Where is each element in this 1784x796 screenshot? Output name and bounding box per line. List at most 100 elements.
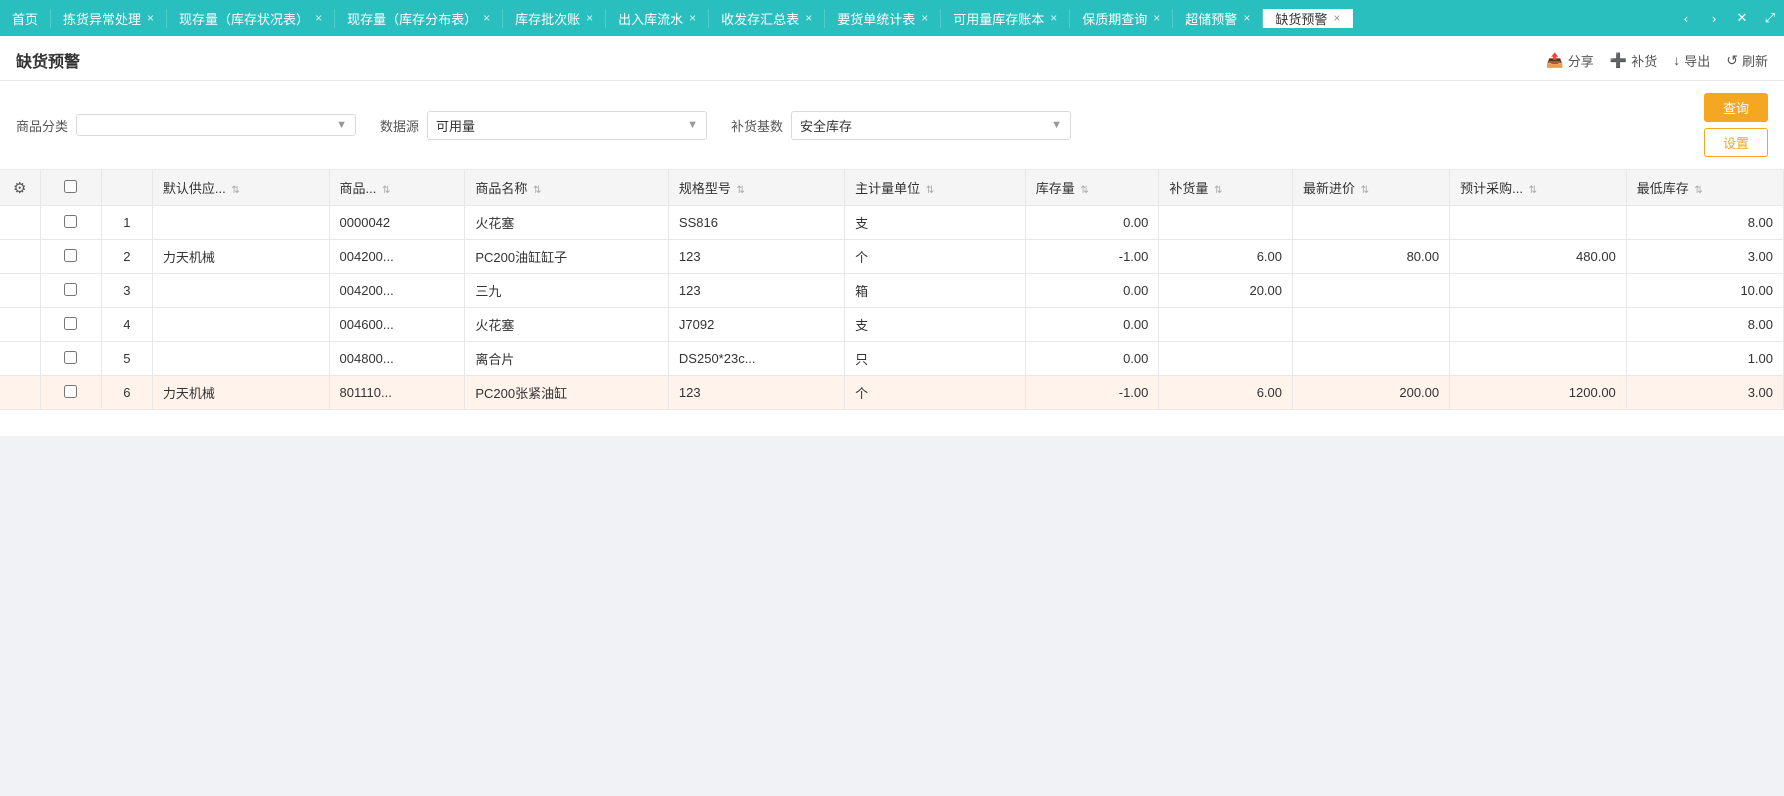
tab-close-shortage[interactable]: × xyxy=(1333,12,1340,24)
cell-spec: 123 xyxy=(668,274,844,308)
cell-checkbox[interactable] xyxy=(40,240,101,274)
export-button[interactable]: ↓ 导出 xyxy=(1673,51,1710,70)
col-latest-price[interactable]: 最新进价 ⇅ xyxy=(1293,170,1450,206)
cell-stock: 0.00 xyxy=(1025,308,1159,342)
tab-item-avail-ledger[interactable]: 可用量库存账本× xyxy=(941,9,1070,28)
datasource-select[interactable]: 可用量 ▼ xyxy=(427,111,707,140)
cell-unit: 支 xyxy=(845,206,1026,240)
tab-close-stock-dist[interactable]: × xyxy=(483,12,490,24)
gear-icon[interactable]: ⚙ xyxy=(13,180,26,197)
table-header-row: ⚙ 默认供应... ⇅ 商品... ⇅ 商品名称 ⇅ 规格型号 ⇅ 主计量单位 … xyxy=(0,170,1784,206)
tab-close-batch-account[interactable]: × xyxy=(586,12,593,24)
spec-sort-icon: ⇅ xyxy=(737,185,745,196)
tab-close-stock-status[interactable]: × xyxy=(315,12,322,24)
cell-checkbox[interactable] xyxy=(40,206,101,240)
cell-spec: 123 xyxy=(668,376,844,410)
replenish-base-select[interactable]: 安全库存 ▼ xyxy=(791,111,1071,140)
row-checkbox-1[interactable] xyxy=(64,249,77,262)
col-goods-name[interactable]: 商品名称 ⇅ xyxy=(465,170,669,206)
category-select[interactable]: ▼ xyxy=(76,114,356,136)
tab-item-receive-summary[interactable]: 收发存汇总表 × xyxy=(709,9,825,28)
datasource-select-value: 可用量 xyxy=(436,116,475,135)
tab-item-shortage[interactable]: 缺货预警 × xyxy=(1263,9,1353,28)
cell-supplier: 力天机械 xyxy=(152,376,329,410)
tab-label-exception: 拣货异常处理 xyxy=(63,9,141,28)
cell-stock: 0.00 xyxy=(1025,274,1159,308)
tab-close-inout-flow[interactable]: × xyxy=(689,12,696,24)
cell-supplier xyxy=(152,206,329,240)
row-checkbox-4[interactable] xyxy=(64,351,77,364)
cell-min-stock: 10.00 xyxy=(1626,274,1783,308)
row-checkbox-2[interactable] xyxy=(64,283,77,296)
stock-sort-icon: ⇅ xyxy=(1080,185,1088,196)
row-checkbox-0[interactable] xyxy=(64,215,77,228)
cell-replenish xyxy=(1159,308,1293,342)
tab-item-expiry[interactable]: 保质期查询× xyxy=(1070,9,1173,28)
cell-checkbox[interactable] xyxy=(40,376,101,410)
cell-checkbox[interactable] xyxy=(40,308,101,342)
cell-est-purchase xyxy=(1450,206,1627,240)
tab-item-home[interactable]: 首页 xyxy=(0,9,51,28)
tab-item-exception[interactable]: 拣货异常处理 × xyxy=(51,9,167,28)
cell-num: 3 xyxy=(101,274,152,308)
col-replenish[interactable]: 补货量 ⇅ xyxy=(1159,170,1293,206)
datasource-filter-group: 数据源 可用量 ▼ xyxy=(380,111,707,140)
replenish-button[interactable]: ➕ 补货 xyxy=(1610,51,1657,70)
table-row: 2力天机械004200...PC200油缸缸子123个-1.006.0080.0… xyxy=(0,240,1784,274)
category-filter-group: 商品分类 ▼ xyxy=(16,114,356,136)
cell-latest-price xyxy=(1293,342,1450,376)
tab-item-stock-status[interactable]: 现存量（库存状况表）× xyxy=(167,9,335,28)
tab-close-overstock[interactable]: × xyxy=(1243,12,1250,24)
col-goods-code[interactable]: 商品... ⇅ xyxy=(329,170,465,206)
cell-replenish: 6.00 xyxy=(1159,240,1293,274)
tab-item-overstock[interactable]: 超储预警× xyxy=(1173,9,1263,28)
tab-item-demand-stat[interactable]: 要货单统计表× xyxy=(825,9,941,28)
table-row: 3004200...三九123箱0.0020.0010.00 xyxy=(0,274,1784,308)
select-all-checkbox[interactable] xyxy=(64,180,77,193)
cell-replenish: 20.00 xyxy=(1159,274,1293,308)
tab-item-inout-flow[interactable]: 出入库流水× xyxy=(606,9,709,28)
tab-next-btn[interactable]: › xyxy=(1700,0,1728,36)
tab-label-receive-summary: 收发存汇总表 xyxy=(721,9,799,28)
tab-prev-btn[interactable]: ‹ xyxy=(1672,0,1700,36)
tab-close-btn[interactable]: ✕ xyxy=(1728,0,1756,36)
tab-label-home: 首页 xyxy=(12,9,38,28)
cell-replenish xyxy=(1159,206,1293,240)
tab-close-expiry[interactable]: × xyxy=(1153,12,1160,24)
setting-button[interactable]: 设置 xyxy=(1704,128,1768,157)
tab-item-stock-dist[interactable]: 现存量（库存分布表）× xyxy=(335,9,503,28)
col-supplier[interactable]: 默认供应... ⇅ xyxy=(152,170,329,206)
tab-close-receive-summary[interactable]: × xyxy=(805,12,812,24)
cell-spec: DS250*23c... xyxy=(668,342,844,376)
cell-goods-code: 004200... xyxy=(329,240,465,274)
cell-goods-code: 801110... xyxy=(329,376,465,410)
col-stock[interactable]: 库存量 ⇅ xyxy=(1025,170,1159,206)
cell-supplier xyxy=(152,274,329,308)
row-checkbox-5[interactable] xyxy=(64,385,77,398)
col-min-stock[interactable]: 最低库存 ⇅ xyxy=(1626,170,1783,206)
tab-close-demand-stat[interactable]: × xyxy=(921,12,928,24)
tab-item-batch-account[interactable]: 库存批次账× xyxy=(503,9,606,28)
cell-checkbox[interactable] xyxy=(40,342,101,376)
cell-gear xyxy=(0,308,40,342)
col-unit[interactable]: 主计量单位 ⇅ xyxy=(845,170,1026,206)
tab-close-exception[interactable]: × xyxy=(147,12,154,24)
goodscode-sort-icon: ⇅ xyxy=(382,185,390,196)
tab-close-avail-ledger[interactable]: × xyxy=(1050,12,1057,24)
row-checkbox-3[interactable] xyxy=(64,317,77,330)
col-spec[interactable]: 规格型号 ⇅ xyxy=(668,170,844,206)
query-button[interactable]: 查询 xyxy=(1704,93,1768,122)
cell-latest-price: 200.00 xyxy=(1293,376,1450,410)
cell-latest-price xyxy=(1293,274,1450,308)
refresh-button[interactable]: ↺ 刷新 xyxy=(1726,51,1768,70)
cell-unit: 个 xyxy=(845,240,1026,274)
cell-est-purchase: 1200.00 xyxy=(1450,376,1627,410)
cell-min-stock: 8.00 xyxy=(1626,308,1783,342)
share-icon: 📤 xyxy=(1546,52,1563,69)
cell-replenish: 6.00 xyxy=(1159,376,1293,410)
share-button[interactable]: 📤 分享 xyxy=(1546,51,1593,70)
col-est-purchase[interactable]: 预计采购... ⇅ xyxy=(1450,170,1627,206)
tab-label-shortage: 缺货预警 xyxy=(1275,9,1327,28)
cell-checkbox[interactable] xyxy=(40,274,101,308)
tab-expand-btn[interactable]: ⤢ xyxy=(1756,0,1784,36)
